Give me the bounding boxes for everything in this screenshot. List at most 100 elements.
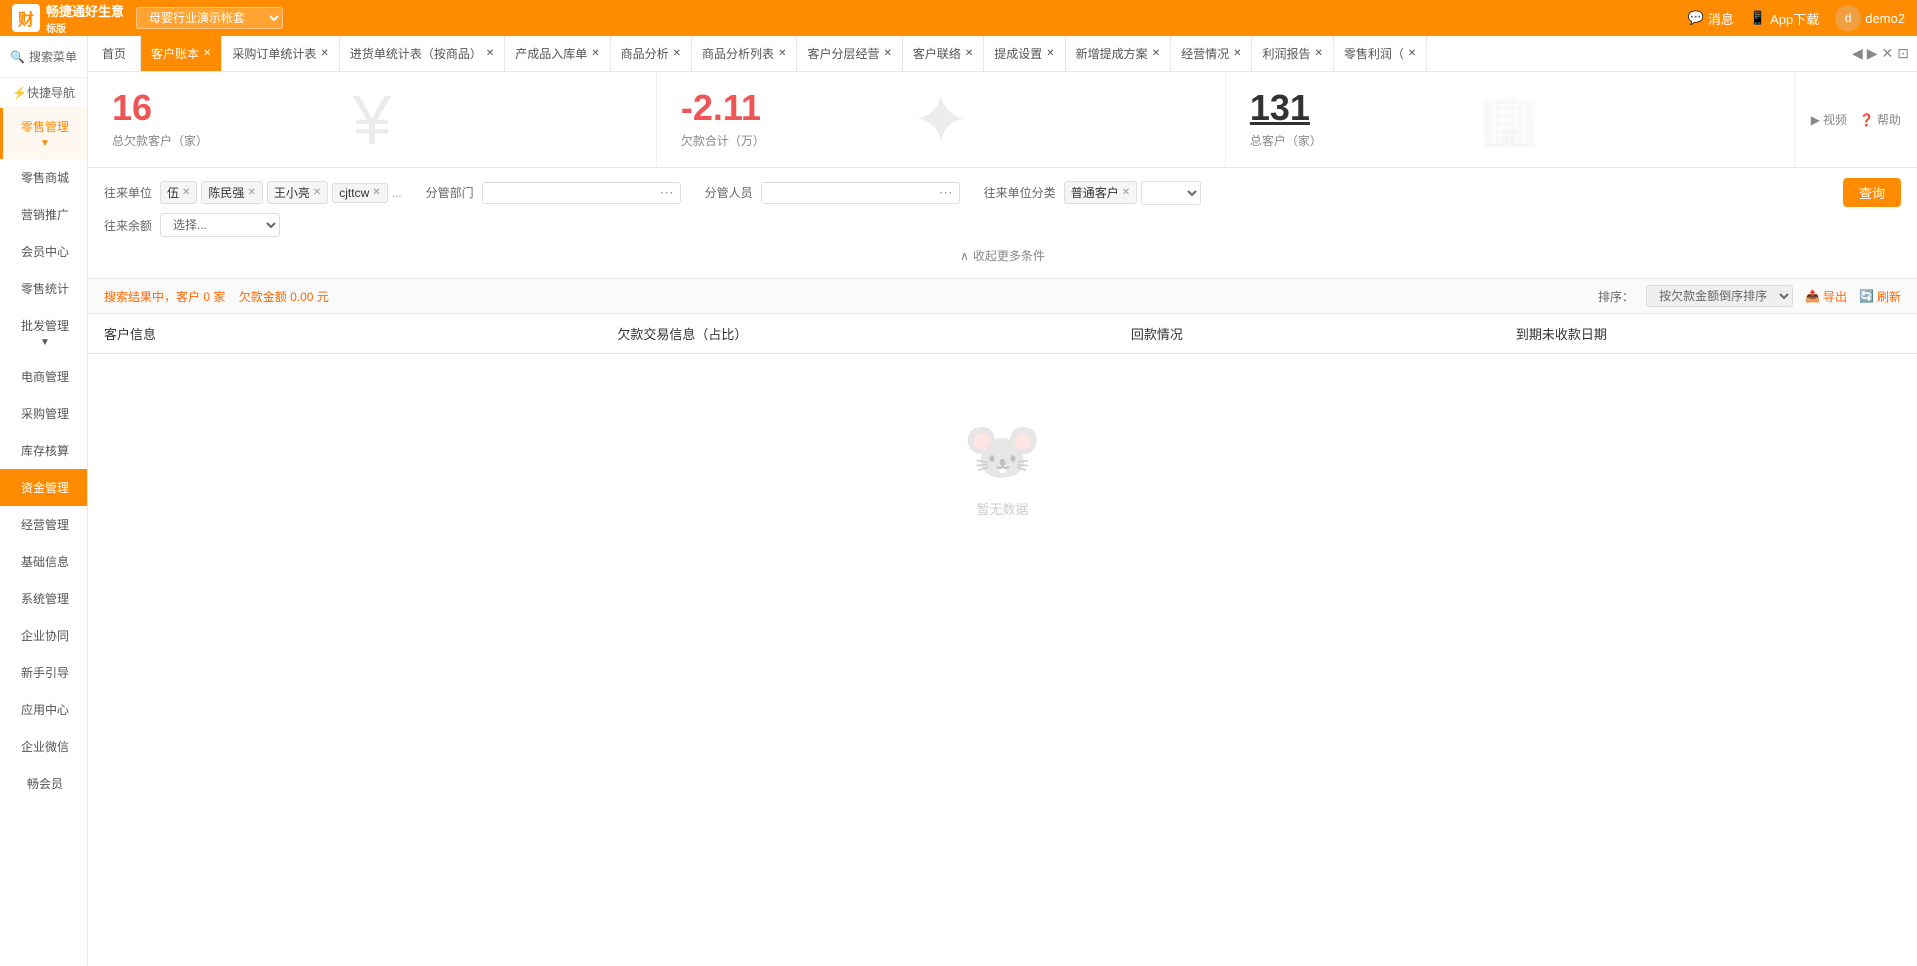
- sidebar-item-operations[interactable]: 经营管理: [0, 506, 87, 543]
- col-debt-info: 欠款交易信息（占比）: [617, 324, 1130, 343]
- filter-tag-wu[interactable]: 伍 ✕: [160, 181, 197, 204]
- sidebar-item-retail-mgmt[interactable]: 零售管理 ▼: [0, 108, 87, 159]
- tab-new-commission[interactable]: 新增提成方案 ✕: [1066, 36, 1171, 71]
- filter-more-tags[interactable]: ...: [392, 186, 402, 200]
- sidebar-item-basic-info[interactable]: 基础信息: [0, 543, 87, 580]
- sort-label: 排序：: [1598, 288, 1634, 305]
- sidebar-item-purchase-mgmt[interactable]: 采购管理: [0, 395, 87, 432]
- quick-nav-btn[interactable]: ⚡ 快捷导航: [0, 78, 87, 108]
- tab-operation-status[interactable]: 经营情况 ✕: [1171, 36, 1252, 71]
- tab-close-icon[interactable]: ✕: [320, 48, 328, 59]
- debt-total-label: 欠款合计（万）: [681, 132, 765, 149]
- refresh-btn[interactable]: 🔄 刷新: [1859, 288, 1901, 305]
- sidebar-item-inventory[interactable]: 库存核算: [0, 432, 87, 469]
- tab-close-icon[interactable]: ✕: [1233, 48, 1241, 59]
- sidebar-item-retail-mall[interactable]: 零售商城: [0, 159, 87, 196]
- tag-close-icon[interactable]: ✕: [372, 187, 380, 198]
- help-btn[interactable]: ❓ 帮助: [1859, 111, 1901, 128]
- person-input-more-icon[interactable]: ⋯: [933, 184, 959, 201]
- app-download-btn[interactable]: 📱 App下载: [1750, 9, 1819, 28]
- export-btn[interactable]: 📤 导出: [1805, 288, 1847, 305]
- sidebar-item-ecommerce[interactable]: 电商管理: [0, 358, 87, 395]
- tab-close-icon[interactable]: ✕: [591, 48, 599, 59]
- dept-input-group: ⋯: [482, 182, 681, 204]
- dept-filter-label: 分管部门: [426, 184, 474, 201]
- sidebar-item-finance[interactable]: 资金管理: [0, 469, 87, 506]
- sidebar-item-label: 零售管理: [21, 118, 69, 135]
- sidebar-item-vip[interactable]: 畅会员: [0, 765, 87, 802]
- tab-customer-tier[interactable]: 客户分层经营 ✕: [797, 36, 902, 71]
- sidebar-item-enterprise-collab[interactable]: 企业协同: [0, 617, 87, 654]
- sidebar-item-retail-stats[interactable]: 零售统计: [0, 270, 87, 307]
- tab-close-icon[interactable]: ✕: [486, 48, 494, 59]
- dept-input[interactable]: [483, 183, 654, 203]
- tab-next-icon[interactable]: ▶: [1867, 45, 1878, 62]
- collapse-filter-btn[interactable]: ∧ 收起更多条件: [952, 243, 1053, 268]
- tab-close-icon[interactable]: ✕: [1315, 48, 1323, 59]
- tab-purchase-order-stats[interactable]: 采购订单统计表 ✕: [222, 36, 339, 71]
- sidebar-item-label: 系统管理: [21, 590, 69, 607]
- tab-close-icon[interactable]: ✕: [1152, 48, 1160, 59]
- tab-close-icon[interactable]: ✕: [1046, 48, 1054, 59]
- sort-select[interactable]: 按欠款金额倒序排序: [1646, 285, 1793, 307]
- tab-product-inbound[interactable]: 产成品入库单 ✕: [505, 36, 610, 71]
- app-name: 畅捷通好生意: [46, 1, 124, 20]
- sidebar-item-label: 基础信息: [21, 553, 69, 570]
- video-btn[interactable]: ▶ 视频: [1811, 111, 1847, 128]
- tab-close-icon[interactable]: ✕: [203, 48, 211, 59]
- tab-customer-contact[interactable]: 客户联络 ✕: [903, 36, 984, 71]
- tab-close-icon[interactable]: ✕: [778, 48, 786, 59]
- message-btn[interactable]: 💬 消息: [1688, 9, 1734, 28]
- tab-maximize-icon[interactable]: ⊡: [1897, 45, 1909, 62]
- filter-tag-normal-customer[interactable]: 普通客户 ✕: [1064, 181, 1137, 204]
- export-icon: 📤: [1805, 289, 1820, 303]
- tab-product-analysis-list[interactable]: 商品分析列表 ✕: [692, 36, 797, 71]
- unit-class-select[interactable]: [1141, 181, 1201, 205]
- sidebar-item-system-mgmt[interactable]: 系统管理: [0, 580, 87, 617]
- tab-product-analysis[interactable]: 商品分析 ✕: [611, 36, 692, 71]
- tab-close-icon[interactable]: ✕: [883, 48, 891, 59]
- search-btn[interactable]: 查询: [1843, 178, 1901, 207]
- sidebar-item-enterprise-wechat[interactable]: 企业微信: [0, 728, 87, 765]
- tab-close-icon[interactable]: ✕: [1408, 48, 1416, 59]
- filter-tag-chen[interactable]: 陈民强 ✕: [201, 181, 262, 204]
- tab-customer-ledger[interactable]: 客户账本 ✕: [141, 36, 222, 71]
- sidebar-item-app-center[interactable]: 应用中心: [0, 691, 87, 728]
- tab-prev-icon[interactable]: ◀: [1852, 45, 1863, 62]
- tab-goods-inbound-stats[interactable]: 进货单统计表（按商品） ✕: [340, 36, 505, 71]
- sidebar-item-label: 采购管理: [21, 405, 69, 422]
- balance-select[interactable]: 选择...: [160, 213, 280, 237]
- sidebar-item-beginner-guide[interactable]: 新手引导: [0, 654, 87, 691]
- stat-total-customers: 🏢 131 总客户（家）: [1226, 72, 1795, 167]
- account-select[interactable]: 母婴行业演示帐套: [136, 7, 283, 29]
- filter-tag-cjttcw[interactable]: cjttcw ✕: [332, 183, 387, 203]
- sidebar-item-member-center[interactable]: 会员中心: [0, 233, 87, 270]
- table-header: 客户信息 欠款交易信息（占比） 回款情况 到期未收款日期: [88, 314, 1917, 354]
- person-filter-label: 分管人员: [705, 184, 753, 201]
- tab-home[interactable]: 首页: [88, 36, 141, 71]
- search-icon: 🔍: [10, 50, 25, 64]
- dept-input-more-icon[interactable]: ⋯: [654, 184, 680, 201]
- tab-commission-settings[interactable]: 提成设置 ✕: [984, 36, 1065, 71]
- total-customer-label: 总客户（家）: [1250, 132, 1322, 149]
- tab-close-all-icon[interactable]: ✕: [1882, 45, 1894, 62]
- tab-profit-report[interactable]: 利润报告 ✕: [1252, 36, 1333, 71]
- stat-bg-icon-yen: ¥: [352, 80, 391, 160]
- help-icon: ❓: [1859, 113, 1874, 127]
- tab-close-icon[interactable]: ✕: [965, 48, 973, 59]
- tag-close-icon[interactable]: ✕: [182, 187, 190, 198]
- debt-customer-value: 16: [112, 90, 152, 126]
- tab-close-icon[interactable]: ✕: [673, 48, 681, 59]
- chevron-down-icon: ▼: [40, 138, 50, 149]
- tag-close-icon[interactable]: ✕: [1122, 187, 1130, 198]
- tag-close-icon[interactable]: ✕: [313, 187, 321, 198]
- filter-tag-wang[interactable]: 王小亮 ✕: [267, 181, 328, 204]
- search-menu-btn[interactable]: 🔍 搜索菜单: [8, 44, 79, 69]
- sidebar-item-label: 营销推广: [21, 206, 69, 223]
- tag-close-icon[interactable]: ✕: [247, 187, 255, 198]
- sidebar-item-wholesale-mgmt[interactable]: 批发管理 ▼: [0, 307, 87, 358]
- user-avatar[interactable]: d demo2: [1835, 5, 1905, 31]
- sidebar-item-marketing[interactable]: 营销推广: [0, 196, 87, 233]
- person-input[interactable]: [762, 183, 933, 203]
- tab-retail-profit[interactable]: 零售利润（ ✕: [1334, 36, 1427, 71]
